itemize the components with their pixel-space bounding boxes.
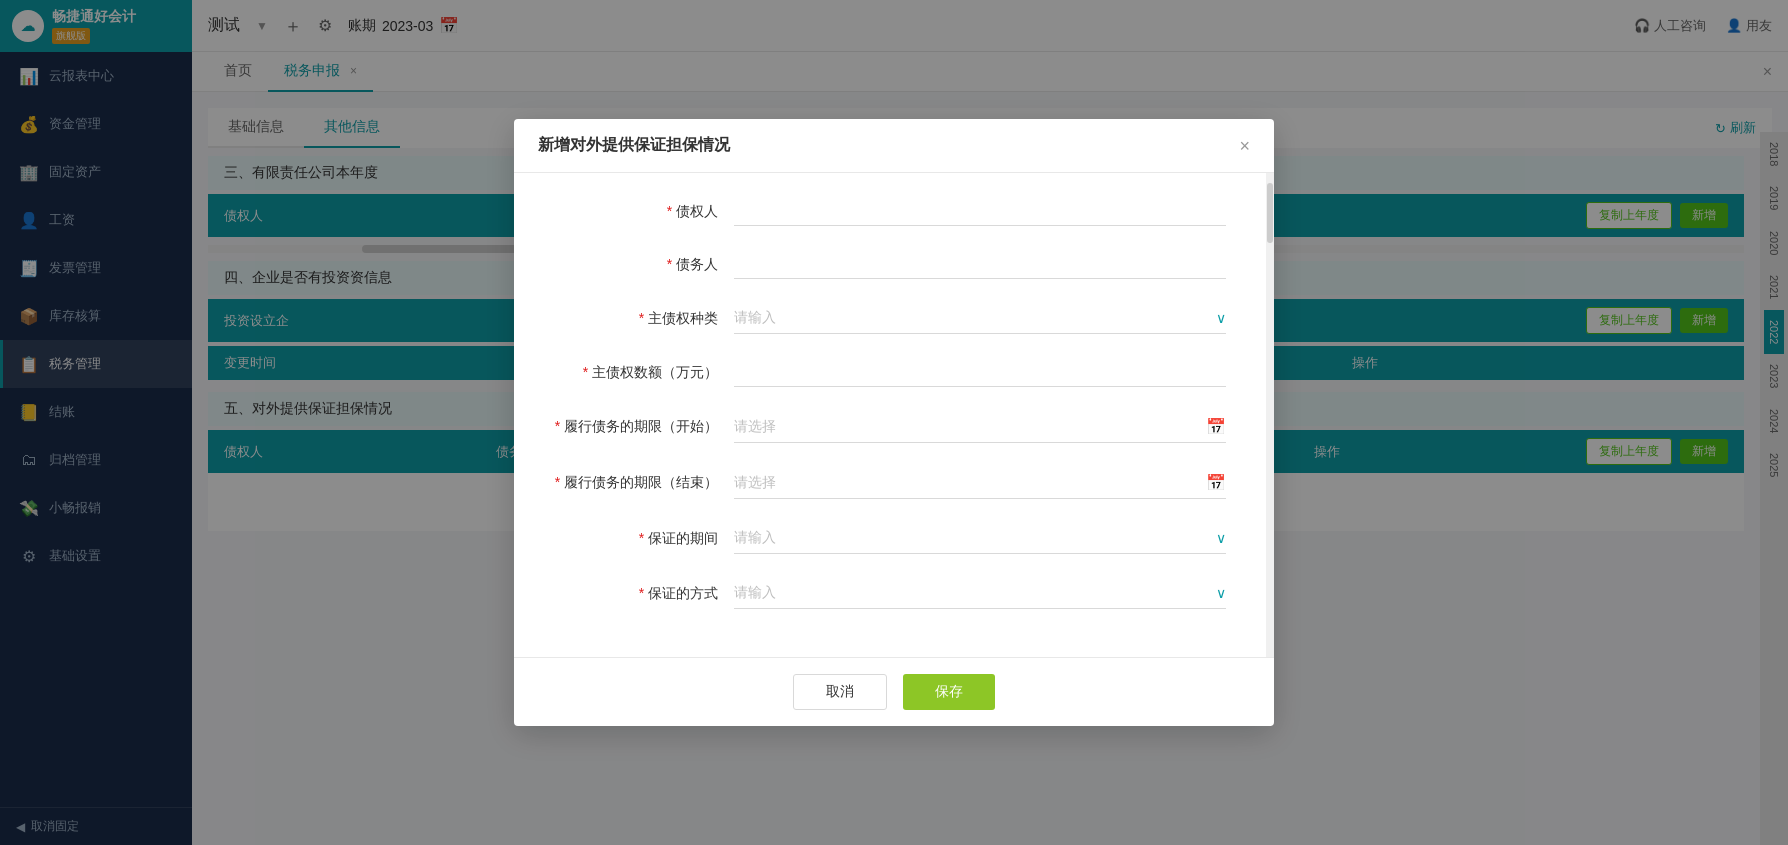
select-baozhengqijian[interactable]: 请输入 ∨ — [734, 523, 1226, 554]
chevron-down-icon: ∨ — [1216, 310, 1226, 326]
form-field-zhuzhaiquanlei: * 主债权种类 请输入 ∨ — [554, 303, 1226, 334]
select-zhuzhaiquanlei[interactable]: 请输入 ∨ — [734, 303, 1226, 334]
form-label-lvxingstart: * 履行债务的期限（开始） — [554, 418, 734, 436]
form-field-zhaiquanren: * 债权人 — [554, 197, 1226, 226]
date-lvxingstart[interactable]: 请选择 📅 — [734, 411, 1226, 443]
dialog-title: 新增对外提供保证担保情况 — [538, 135, 730, 156]
form-label-baozhengqijian: * 保证的期间 — [554, 530, 734, 548]
dialog-scrollbar[interactable] — [1266, 173, 1274, 657]
chevron-down2-icon: ∨ — [1216, 530, 1226, 546]
dialog-overlay: 新增对外提供保证担保情况 × * 债权人 * 债务人 — [0, 0, 1788, 845]
dialog-body: * 债权人 * 债务人 * 主债权种 — [514, 173, 1266, 657]
calendar-end-icon: 📅 — [1206, 473, 1226, 492]
form-field-zhaiwuren: * 债务人 — [554, 250, 1226, 279]
select-baozhengfangshi[interactable]: 请输入 ∨ — [734, 578, 1226, 609]
dialog-header: 新增对外提供保证担保情况 × — [514, 119, 1274, 173]
form-field-lvxingend: * 履行债务的期限（结束） 请选择 📅 — [554, 467, 1226, 499]
date-lvxingend[interactable]: 请选择 📅 — [734, 467, 1226, 499]
input-zhaiwuren[interactable] — [734, 250, 1226, 279]
dialog-scrollbar-thumb — [1267, 183, 1273, 243]
form-label-zhuzhaiquanshu: * 主债权数额（万元） — [554, 364, 734, 382]
chevron-down3-icon: ∨ — [1216, 585, 1226, 601]
dialog-footer: 取消 保存 — [514, 657, 1274, 726]
input-zhuzhaiquanshu[interactable] — [734, 358, 1226, 387]
form-field-lvxingstart: * 履行债务的期限（开始） 请选择 📅 — [554, 411, 1226, 443]
form-field-baozhengfangshi: * 保证的方式 请输入 ∨ — [554, 578, 1226, 609]
form-label-zhuzhaiquanlei: * 主债权种类 — [554, 310, 734, 328]
save-button[interactable]: 保存 — [903, 674, 995, 710]
calendar-start-icon: 📅 — [1206, 417, 1226, 436]
form-field-baozhengqijian: * 保证的期间 请输入 ∨ — [554, 523, 1226, 554]
dialog-body-wrapper: * 债权人 * 债务人 * 主债权种 — [514, 173, 1274, 657]
form-label-zhaiwuren: * 债务人 — [554, 256, 734, 274]
form-field-zhuzhaiquanshu: * 主债权数额（万元） — [554, 358, 1226, 387]
form-label-lvxingend: * 履行债务的期限（结束） — [554, 474, 734, 492]
dialog: 新增对外提供保证担保情况 × * 债权人 * 债务人 — [514, 119, 1274, 726]
cancel-button[interactable]: 取消 — [793, 674, 887, 710]
input-zhaiquanren[interactable] — [734, 197, 1226, 226]
form-label-baozhengfangshi: * 保证的方式 — [554, 585, 734, 603]
dialog-close-icon[interactable]: × — [1239, 137, 1250, 155]
form-label-zhaiquanren: * 债权人 — [554, 203, 734, 221]
